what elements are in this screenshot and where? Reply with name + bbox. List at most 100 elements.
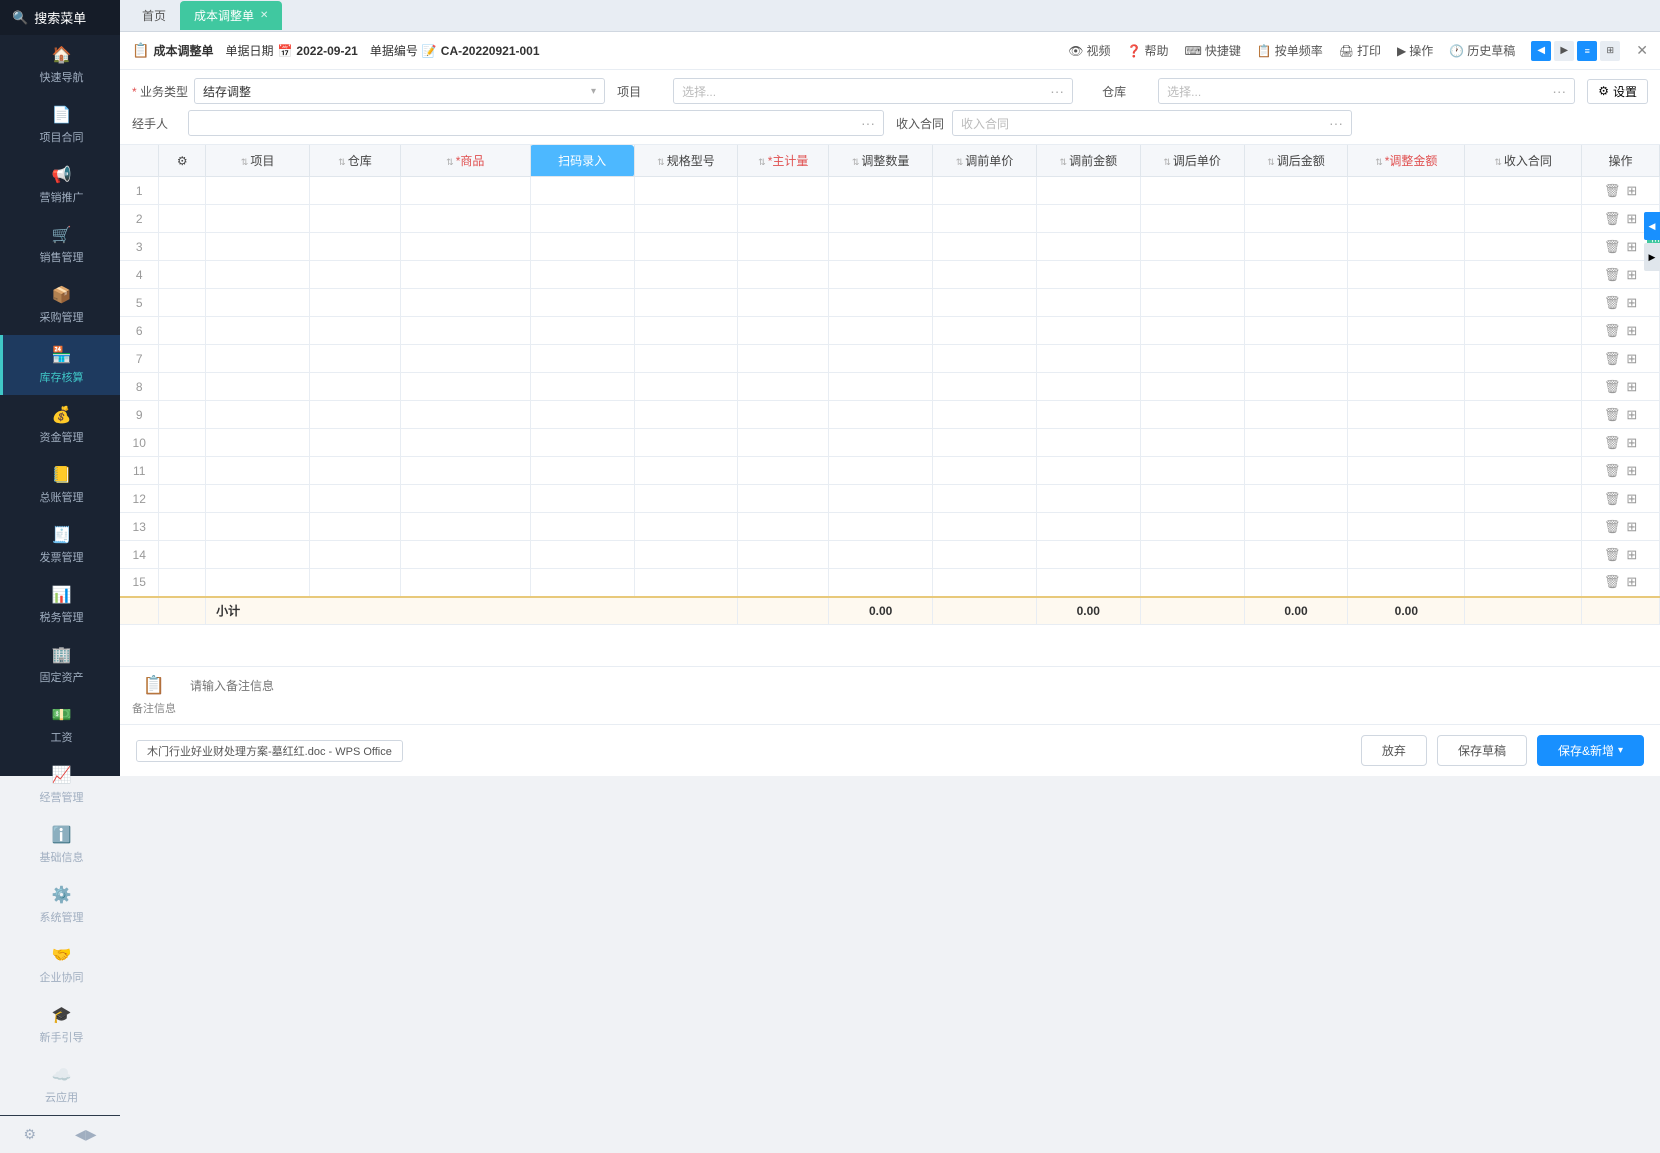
sidebar-item-project-contract[interactable]: 📄 项目合同 [0, 95, 120, 155]
row-income-contract-cell[interactable] [1465, 317, 1582, 345]
delete-row-icon[interactable]: 🗑 [1604, 574, 1621, 590]
row-after-amount-cell[interactable] [1244, 569, 1348, 597]
row-before-amount-cell[interactable] [1036, 457, 1140, 485]
row-adjust-amount-cell[interactable] [1348, 457, 1465, 485]
row-before-amount-cell[interactable] [1036, 233, 1140, 261]
sidebar-item-payroll[interactable]: 💵 工资 [0, 695, 120, 755]
row-income-contract-cell[interactable] [1465, 233, 1582, 261]
row-before-price-cell[interactable] [933, 513, 1037, 541]
row-before-price-cell[interactable] [933, 261, 1037, 289]
row-adjust-qty-cell[interactable] [829, 457, 933, 485]
delete-row-icon[interactable]: 🗑 [1604, 519, 1621, 535]
operate-btn[interactable]: ▶ 操作 [1393, 40, 1437, 61]
row-project-cell[interactable] [206, 457, 310, 485]
row-after-price-cell[interactable] [1140, 261, 1244, 289]
sidebar-item-enterprise[interactable]: 🤝 企业协同 [0, 935, 120, 995]
row-product-cell[interactable] [400, 485, 530, 513]
row-income-contract-cell[interactable] [1465, 429, 1582, 457]
row-product-cell[interactable] [400, 429, 530, 457]
row-after-amount-cell[interactable] [1244, 317, 1348, 345]
delete-row-icon[interactable]: 🗑 [1604, 435, 1621, 451]
row-warehouse-cell[interactable] [310, 317, 401, 345]
row-adjust-amount-cell[interactable] [1348, 289, 1465, 317]
sidebar-item-tax[interactable]: 📊 税务管理 [0, 575, 120, 635]
row-after-amount-cell[interactable] [1244, 205, 1348, 233]
row-adjust-qty-cell[interactable] [829, 289, 933, 317]
income-contract-input[interactable]: 收入合同 ··· [952, 110, 1352, 136]
delete-row-icon[interactable]: 🗑 [1604, 351, 1621, 367]
row-income-contract-cell[interactable] [1465, 261, 1582, 289]
row-warehouse-cell[interactable] [310, 373, 401, 401]
row-adjust-amount-cell[interactable] [1348, 513, 1465, 541]
sidebar-item-guide[interactable]: 🎓 新手引导 [0, 995, 120, 1055]
save-new-button[interactable]: 保存&新增 ▾ [1537, 735, 1644, 766]
row-before-amount-cell[interactable] [1036, 317, 1140, 345]
row-before-amount-cell[interactable] [1036, 513, 1140, 541]
warehouse-input[interactable]: 选择... ··· [1158, 78, 1575, 104]
sidebar-item-sales-promo[interactable]: 📢 营销推广 [0, 155, 120, 215]
row-unit-cell[interactable] [738, 205, 829, 233]
row-before-amount-cell[interactable] [1036, 401, 1140, 429]
row-spec-cell[interactable] [634, 569, 738, 597]
row-spec-cell[interactable] [634, 177, 738, 205]
th-after-price[interactable]: ⇅调后单价 [1140, 145, 1244, 177]
row-adjust-amount-cell[interactable] [1348, 541, 1465, 569]
row-adjust-qty-cell[interactable] [829, 205, 933, 233]
row-unit-cell[interactable] [738, 485, 829, 513]
side-nav-btn-2[interactable]: ▶ [1644, 243, 1660, 271]
sidebar-item-cloud[interactable]: ☁️ 云应用 [0, 1055, 120, 1115]
row-after-price-cell[interactable] [1140, 401, 1244, 429]
row-warehouse-cell[interactable] [310, 513, 401, 541]
save-draft-button[interactable]: 保存草稿 [1437, 735, 1527, 766]
th-settings[interactable]: ⚙ [159, 145, 206, 177]
row-after-amount-cell[interactable] [1244, 485, 1348, 513]
row-product-cell[interactable] [400, 289, 530, 317]
row-spec-cell[interactable] [634, 317, 738, 345]
th-before-price[interactable]: ⇅调前单价 [933, 145, 1037, 177]
row-after-price-cell[interactable] [1140, 569, 1244, 597]
th-before-amount[interactable]: ⇅调前金额 [1036, 145, 1140, 177]
row-income-contract-cell[interactable] [1465, 541, 1582, 569]
row-after-price-cell[interactable] [1140, 485, 1244, 513]
close-form-button[interactable]: ✕ [1636, 42, 1648, 59]
row-spec-cell[interactable] [634, 205, 738, 233]
row-adjust-amount-cell[interactable] [1348, 373, 1465, 401]
copy-row-icon[interactable]: ⊞ [1626, 463, 1637, 479]
row-after-amount-cell[interactable] [1244, 513, 1348, 541]
row-after-amount-cell[interactable] [1244, 261, 1348, 289]
row-product-cell[interactable] [400, 261, 530, 289]
row-adjust-qty-cell[interactable] [829, 429, 933, 457]
row-before-price-cell[interactable] [933, 317, 1037, 345]
row-spec-cell[interactable] [634, 485, 738, 513]
row-after-price-cell[interactable] [1140, 541, 1244, 569]
copy-row-icon[interactable]: ⊞ [1626, 574, 1637, 590]
row-unit-cell[interactable] [738, 317, 829, 345]
print-btn[interactable]: 🖨 打印 [1335, 40, 1385, 61]
row-before-amount-cell[interactable] [1036, 429, 1140, 457]
sidebar-item-finance[interactable]: 💰 资金管理 [0, 395, 120, 455]
row-spec-cell[interactable] [634, 401, 738, 429]
view-btn[interactable]: 👁 视频 [1064, 40, 1114, 61]
row-income-contract-cell[interactable] [1465, 401, 1582, 429]
copy-row-icon[interactable]: ⊞ [1626, 435, 1637, 451]
settings-button[interactable]: ⚙ [23, 1126, 36, 1143]
row-product-cell[interactable] [400, 373, 530, 401]
row-after-price-cell[interactable] [1140, 289, 1244, 317]
row-adjust-qty-cell[interactable] [829, 541, 933, 569]
row-project-cell[interactable] [206, 177, 310, 205]
shortcut-btn[interactable]: ⌨ 快捷键 [1180, 40, 1244, 61]
row-before-price-cell[interactable] [933, 177, 1037, 205]
row-income-contract-cell[interactable] [1465, 177, 1582, 205]
row-adjust-qty-cell[interactable] [829, 233, 933, 261]
row-unit-cell[interactable] [738, 541, 829, 569]
sidebar-item-fixed-assets[interactable]: 🏢 固定资产 [0, 635, 120, 695]
row-after-amount-cell[interactable] [1244, 457, 1348, 485]
row-adjust-qty-cell[interactable] [829, 513, 933, 541]
row-adjust-qty-cell[interactable] [829, 373, 933, 401]
row-after-amount-cell[interactable] [1244, 289, 1348, 317]
row-after-price-cell[interactable] [1140, 345, 1244, 373]
copy-row-icon[interactable]: ⊞ [1626, 239, 1637, 255]
th-after-amount[interactable]: ⇅调后金额 [1244, 145, 1348, 177]
th-warehouse[interactable]: ⇅仓库 [310, 145, 401, 177]
row-product-cell[interactable] [400, 457, 530, 485]
